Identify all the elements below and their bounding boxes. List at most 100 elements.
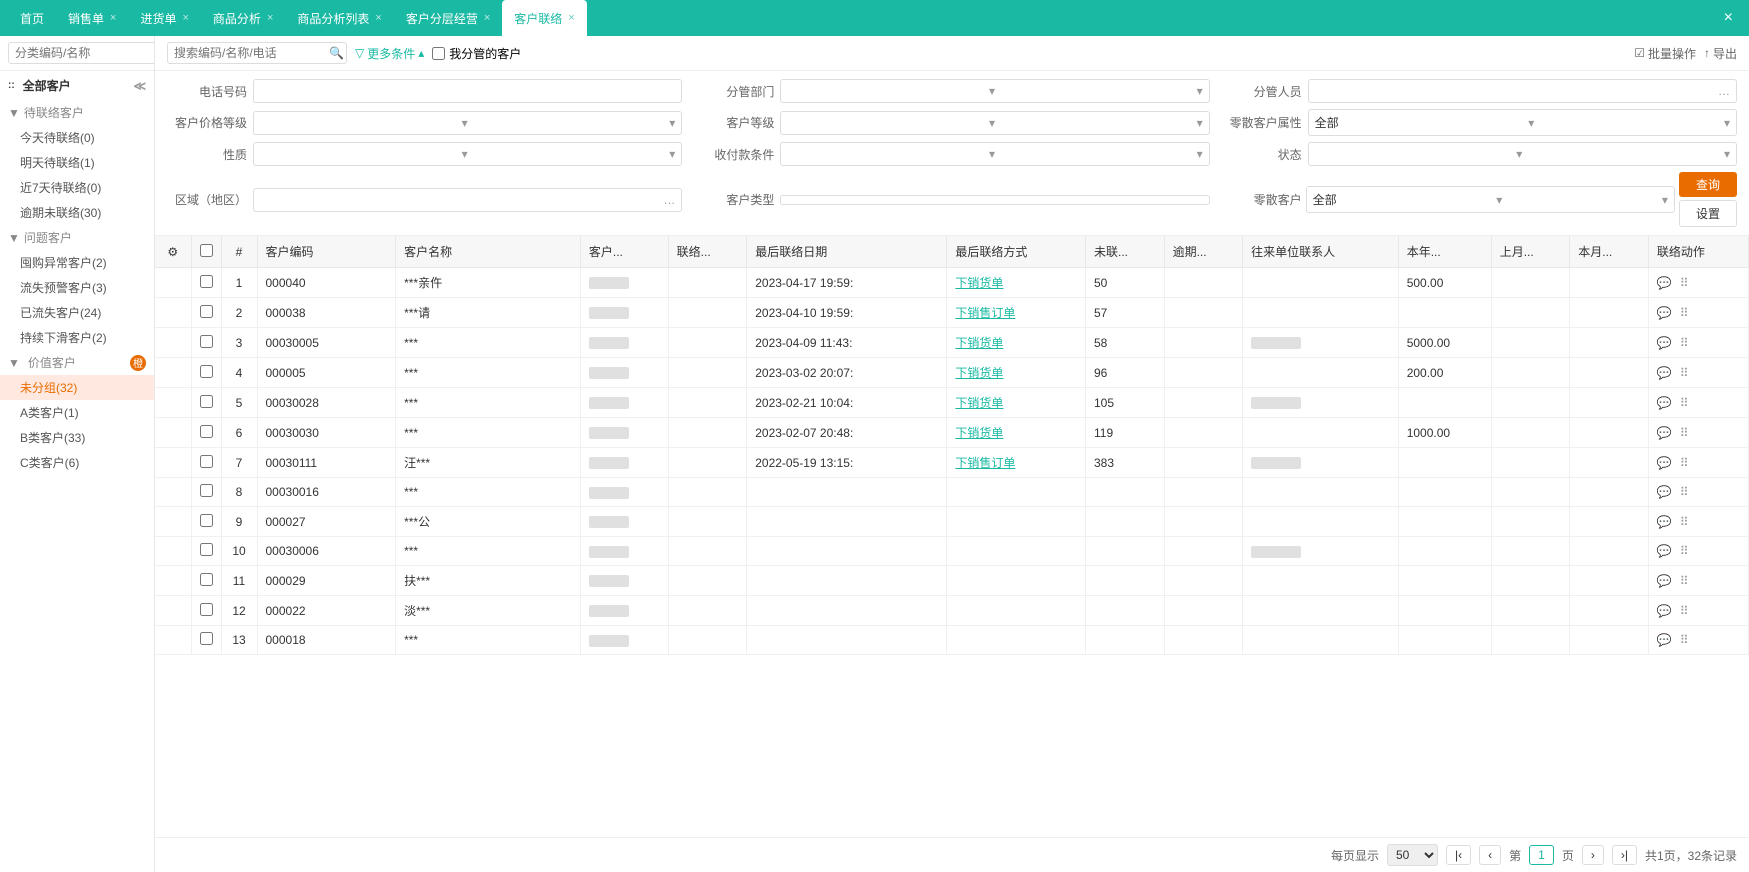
th-this-month[interactable]: 本月...	[1570, 236, 1649, 268]
th-code[interactable]: 客户编码	[257, 236, 396, 268]
tab-customer-segment[interactable]: 客户分层经营 ×	[394, 0, 502, 36]
chat-icon[interactable]: 💬	[1657, 336, 1672, 350]
prev-page-btn[interactable]: ‹	[1479, 845, 1501, 865]
row-checkbox[interactable]	[200, 305, 213, 318]
chat-icon[interactable]: 💬	[1657, 366, 1672, 380]
search-box[interactable]: 🔍	[167, 42, 347, 64]
row-checkbox[interactable]	[200, 484, 213, 497]
grid-action-icon[interactable]: ⠿	[1680, 336, 1689, 350]
export-btn[interactable]: ↑ 导出	[1704, 45, 1737, 62]
close-all-button[interactable]: ×	[1716, 9, 1741, 27]
grid-action-icon[interactable]: ⠿	[1680, 515, 1689, 529]
grid-action-icon[interactable]: ⠿	[1680, 574, 1689, 588]
chat-icon[interactable]: 💬	[1657, 426, 1672, 440]
td-last-method[interactable]	[947, 537, 1086, 566]
td-checkbox[interactable]	[191, 478, 221, 507]
all-customers-group[interactable]: :: 全部客户 ≪	[0, 71, 154, 100]
status-select[interactable]: ▾	[1308, 142, 1737, 166]
contact-method-link[interactable]: 下销货单	[955, 276, 1003, 290]
scatter-attr-select[interactable]: 全部▾	[1308, 109, 1737, 136]
search-input[interactable]	[174, 46, 329, 60]
close-product-list-tab[interactable]: ×	[375, 12, 381, 24]
grid-action-icon[interactable]: ⠿	[1680, 306, 1689, 320]
row-checkbox[interactable]	[200, 514, 213, 527]
more-conditions-btn[interactable]: ▽ 更多条件 ▴	[355, 45, 424, 62]
customer-type-select[interactable]	[780, 195, 1209, 205]
contact-method-link[interactable]: 下销货单	[955, 366, 1003, 380]
row-checkbox[interactable]	[200, 335, 213, 348]
td-checkbox[interactable]	[191, 358, 221, 388]
td-checkbox[interactable]	[191, 507, 221, 537]
sidebar-item-churn-warning[interactable]: 流失预警客户(3)	[0, 275, 154, 300]
grid-action-icon[interactable]: ⠿	[1680, 544, 1689, 558]
th-last-method[interactable]: 最后联络方式	[947, 236, 1086, 268]
my-customers-checkbox[interactable]: 我分管的客户	[432, 45, 521, 62]
phone-input[interactable]	[253, 79, 682, 103]
chat-icon[interactable]: 💬	[1657, 456, 1672, 470]
tab-sales[interactable]: 销售单 ×	[56, 0, 128, 36]
first-page-btn[interactable]: |‹	[1446, 845, 1471, 865]
th-no-contact[interactable]: 未联...	[1086, 236, 1165, 268]
td-last-method[interactable]	[947, 566, 1086, 596]
td-checkbox[interactable]	[191, 537, 221, 566]
sidebar-item-tomorrow[interactable]: 明天待联络(1)	[0, 150, 154, 175]
section-problems[interactable]: ▼ 问题客户	[0, 225, 154, 250]
chat-icon[interactable]: 💬	[1657, 604, 1672, 618]
tab-purchase[interactable]: 进货单 ×	[128, 0, 200, 36]
sidebar-item-hoarding[interactable]: 囤购异常客户(2)	[0, 250, 154, 275]
nature-select[interactable]: ▾	[253, 142, 682, 166]
td-last-method[interactable]: 下销货单	[947, 418, 1086, 448]
grid-action-icon[interactable]: ⠿	[1680, 276, 1689, 290]
td-checkbox[interactable]	[191, 448, 221, 478]
th-gear[interactable]: ⚙	[155, 236, 191, 268]
close-customer-segment-tab[interactable]: ×	[484, 12, 490, 24]
section-value[interactable]: ▼ 价值客户 橙	[0, 350, 154, 375]
tab-product-analysis[interactable]: 商品分析 ×	[201, 0, 285, 36]
close-customer-contact-tab[interactable]: ×	[568, 12, 574, 24]
td-last-method[interactable]: 下销货单	[947, 388, 1086, 418]
chat-icon[interactable]: 💬	[1657, 276, 1672, 290]
search-icon[interactable]: 🔍	[329, 46, 344, 60]
chat-icon[interactable]: 💬	[1657, 396, 1672, 410]
th-last-month[interactable]: 上月...	[1491, 236, 1570, 268]
contact-method-link[interactable]: 下销货单	[955, 426, 1003, 440]
query-button[interactable]: 查询	[1679, 172, 1737, 197]
chat-icon[interactable]: 💬	[1657, 485, 1672, 499]
row-checkbox[interactable]	[200, 603, 213, 616]
td-last-method[interactable]: 下销货单	[947, 268, 1086, 298]
th-name[interactable]: 客户名称	[396, 236, 581, 268]
row-checkbox[interactable]	[200, 455, 213, 468]
tab-home[interactable]: 首页	[8, 0, 56, 36]
td-last-method[interactable]	[947, 478, 1086, 507]
manager-select[interactable]: …	[1308, 79, 1737, 103]
last-page-btn[interactable]: ›|	[1612, 845, 1637, 865]
th-last-date[interactable]: 最后联络日期	[747, 236, 947, 268]
contact-method-link[interactable]: 下销货单	[955, 396, 1003, 410]
close-sales-tab[interactable]: ×	[110, 12, 116, 24]
row-checkbox[interactable]	[200, 395, 213, 408]
my-customers-check[interactable]	[432, 47, 445, 60]
grid-action-icon[interactable]: ⠿	[1680, 366, 1689, 380]
close-product-tab[interactable]: ×	[267, 12, 273, 24]
tab-product-list[interactable]: 商品分析列表 ×	[285, 0, 393, 36]
row-checkbox[interactable]	[200, 573, 213, 586]
td-last-method[interactable]: 下销货单	[947, 328, 1086, 358]
sidebar-item-class-b[interactable]: B类客户(33)	[0, 425, 154, 450]
row-checkbox[interactable]	[200, 365, 213, 378]
td-last-method[interactable]: 下销售订单	[947, 448, 1086, 478]
customer-level-select[interactable]: ▾	[780, 111, 1209, 135]
select-all-checkbox[interactable]	[200, 244, 213, 257]
contact-method-link[interactable]: 下销售订单	[955, 306, 1015, 320]
grid-action-icon[interactable]: ⠿	[1680, 633, 1689, 647]
sidebar-item-overdue[interactable]: 逾期未联络(30)	[0, 200, 154, 225]
td-checkbox[interactable]	[191, 268, 221, 298]
row-checkbox[interactable]	[200, 632, 213, 645]
grid-action-icon[interactable]: ⠿	[1680, 456, 1689, 470]
grid-action-icon[interactable]: ⠿	[1680, 604, 1689, 618]
contact-method-link[interactable]: 下销货单	[955, 336, 1003, 350]
td-checkbox[interactable]	[191, 328, 221, 358]
contact-method-link[interactable]: 下销售订单	[955, 456, 1015, 470]
grid-action-icon[interactable]: ⠿	[1680, 426, 1689, 440]
region-select[interactable]: …	[253, 188, 682, 212]
td-checkbox[interactable]	[191, 626, 221, 655]
